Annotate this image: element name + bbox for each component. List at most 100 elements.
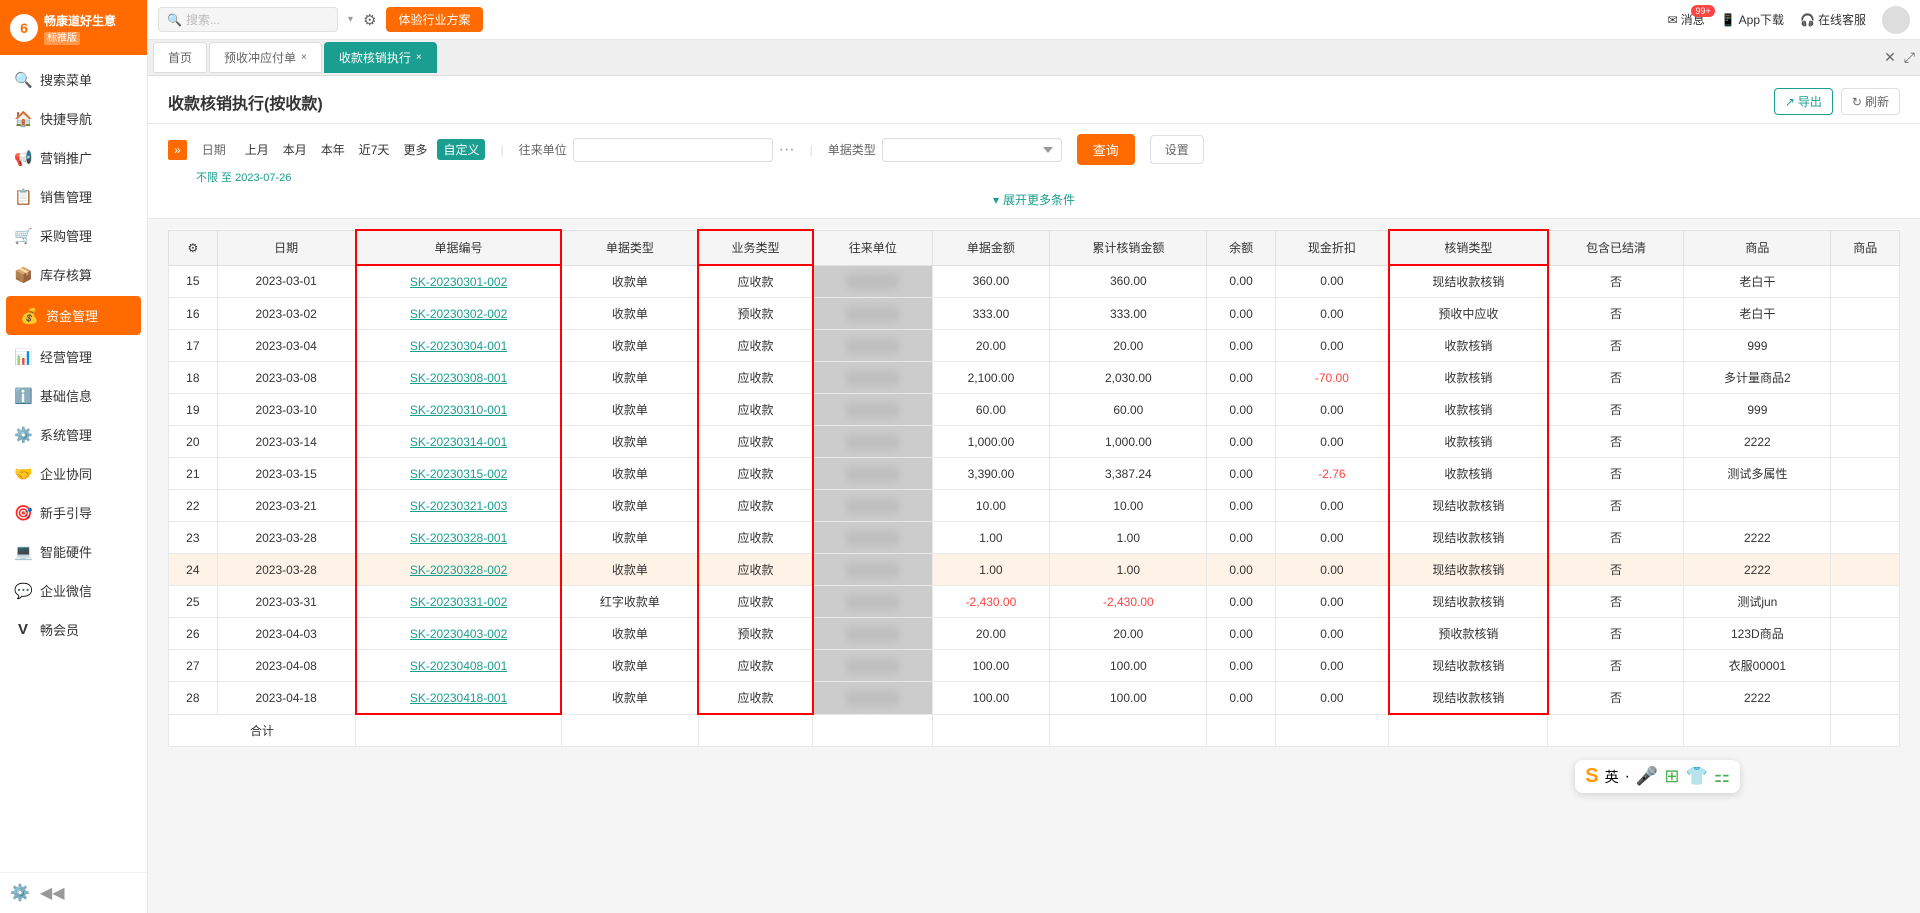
sidebar-item-collab[interactable]: 🤝 企业协同 (0, 454, 147, 493)
sidebar-item-operations[interactable]: 📊 经营管理 (0, 337, 147, 376)
doc-no-link[interactable]: SK-20230302-002 (410, 307, 507, 321)
sidebar-item-basic[interactable]: ℹ️ 基础信息 (0, 376, 147, 415)
doc-no-link[interactable]: SK-20230321-003 (410, 499, 507, 513)
partner-input[interactable] (573, 138, 773, 162)
doc-no-link[interactable]: SK-20230310-001 (410, 403, 507, 417)
doc-no-link[interactable]: SK-20230304-001 (410, 339, 507, 353)
col-product1: 商品 (1684, 230, 1831, 265)
doc-no-link[interactable]: SK-20230408-001 (410, 659, 507, 673)
tab-close-prepay[interactable]: × (301, 52, 307, 63)
online-service-button[interactable]: 🎧 在线客服 (1800, 11, 1866, 28)
page-header: 收款核销执行(按收款) ↗ 导出 ↻ 刷新 (148, 76, 1920, 124)
doc-no-link[interactable]: SK-20230328-002 (410, 563, 507, 577)
date-this-year[interactable]: 本年 (317, 139, 349, 160)
doc-no-link[interactable]: SK-20230314-001 (410, 435, 507, 449)
expand-filter-button[interactable]: ▾ 展开更多条件 (168, 191, 1900, 208)
row-doc-no[interactable]: SK-20230308-001 (356, 362, 562, 394)
refresh-button[interactable]: ↻ 刷新 (1841, 88, 1900, 115)
sidebar-item-member[interactable]: V 畅会员 (0, 610, 147, 649)
date-more[interactable]: 更多 (399, 139, 431, 160)
settings-bottom-icon[interactable]: ⚙️ (10, 883, 30, 903)
row-doc-no[interactable]: SK-20230315-002 (356, 458, 562, 490)
settings-icon[interactable]: ⚙ (363, 11, 376, 29)
col-biz-type: 业务类型 (698, 230, 813, 265)
row-date: 2023-03-10 (217, 394, 355, 426)
date-last-month[interactable]: 上月 (241, 139, 273, 160)
collapse-icon[interactable]: ◀◀ (40, 883, 65, 903)
sidebar-item-guide[interactable]: 🎯 新手引导 (0, 493, 147, 532)
doc-no-link[interactable]: SK-20230331-002 (410, 595, 507, 609)
doc-no-link[interactable]: SK-20230301-002 (410, 275, 507, 289)
filter-toggle-button[interactable]: » (168, 140, 187, 160)
row-cash-discount: 0.00 (1275, 586, 1389, 618)
row-partner: ██████ (813, 490, 932, 522)
sidebar-item-wechat[interactable]: 💬 企业微信 (0, 571, 147, 610)
row-number: 20 (169, 426, 218, 458)
row-included: 否 (1548, 265, 1684, 298)
watermark-dot1: · (1625, 768, 1630, 786)
row-cash-discount: 0.00 (1275, 682, 1389, 715)
doc-no-link[interactable]: SK-20230315-002 (410, 467, 507, 481)
dropdown-chevron[interactable]: ▾ (348, 14, 353, 25)
row-partner: ██████ (813, 554, 932, 586)
row-doc-no[interactable]: SK-20230331-002 (356, 586, 562, 618)
settings-button[interactable]: 设置 (1150, 135, 1204, 164)
row-doc-no[interactable]: SK-20230310-001 (356, 394, 562, 426)
tab-bar: 首页 预收冲应付单 × 收款核销执行 × ✕ ⤢ (148, 40, 1920, 76)
row-accumulated: 20.00 (1050, 618, 1207, 650)
row-doc-no[interactable]: SK-20230328-002 (356, 554, 562, 586)
row-product2 (1831, 522, 1900, 554)
tab-prepay[interactable]: 预收冲应付单 × (209, 42, 322, 73)
query-button[interactable]: 查询 (1077, 134, 1135, 165)
row-partner: ██████ (813, 265, 932, 298)
date-this-month[interactable]: 本月 (279, 139, 311, 160)
sidebar-item-hardware[interactable]: 💻 智能硬件 (0, 532, 147, 571)
row-doc-no[interactable]: SK-20230328-001 (356, 522, 562, 554)
doc-no-link[interactable]: SK-20230403-002 (410, 627, 507, 641)
tab-home[interactable]: 首页 (153, 42, 207, 73)
row-amount: 60.00 (932, 394, 1050, 426)
col-settings[interactable]: ⚙ (169, 230, 218, 265)
doc-no-link[interactable]: SK-20230418-001 (410, 691, 507, 705)
sidebar-item-search[interactable]: 🔍 搜索菜单 (0, 60, 147, 99)
doc-no-link[interactable]: SK-20230308-001 (410, 371, 507, 385)
row-doc-no[interactable]: SK-20230314-001 (356, 426, 562, 458)
row-doc-no[interactable]: SK-20230403-002 (356, 618, 562, 650)
export-button[interactable]: ↗ 导出 (1774, 88, 1833, 115)
row-doc-type: 收款单 (561, 298, 698, 330)
row-doc-no[interactable]: SK-20230304-001 (356, 330, 562, 362)
date-last-7days[interactable]: 近7天 (355, 139, 394, 160)
row-doc-no[interactable]: SK-20230301-002 (356, 265, 562, 298)
date-custom[interactable]: 自定义 (437, 139, 485, 160)
doc-type-select[interactable] (882, 138, 1062, 162)
row-doc-no[interactable]: SK-20230418-001 (356, 682, 562, 715)
tab-close-all-icon[interactable]: ✕ (1884, 49, 1896, 66)
row-number: 22 (169, 490, 218, 522)
row-doc-type: 收款单 (561, 362, 698, 394)
sidebar-item-system[interactable]: ⚙️ 系统管理 (0, 415, 147, 454)
table-row: 172023-03-04SK-20230304-001收款单应收款██████2… (169, 330, 1900, 362)
row-accumulated: 100.00 (1050, 682, 1207, 715)
sidebar-item-shortcuts[interactable]: 🏠 快捷导航 (0, 99, 147, 138)
messages-button[interactable]: ✉ 消息 99+ (1668, 11, 1705, 28)
app-download-button[interactable]: 📱 App下载 (1721, 11, 1784, 28)
date-label: 日期 (202, 141, 226, 158)
row-doc-no[interactable]: SK-20230302-002 (356, 298, 562, 330)
tab-maximize-icon[interactable]: ⤢ (1904, 49, 1915, 66)
row-cancel-type: 现结收款核销 (1389, 522, 1548, 554)
tab-collection[interactable]: 收款核销执行 × (324, 42, 437, 73)
row-doc-no[interactable]: SK-20230321-003 (356, 490, 562, 522)
sidebar-item-inventory[interactable]: 📦 库存核算 (0, 255, 147, 294)
row-balance: 0.00 (1207, 298, 1275, 330)
sidebar-item-sales[interactable]: 📋 销售管理 (0, 177, 147, 216)
sidebar-item-finance[interactable]: 💰 资金管理 (6, 296, 141, 335)
topbar-search[interactable]: 🔍 搜索... (158, 7, 338, 32)
doc-no-link[interactable]: SK-20230328-001 (410, 531, 507, 545)
row-doc-no[interactable]: SK-20230408-001 (356, 650, 562, 682)
tab-close-collection[interactable]: × (416, 52, 422, 63)
sidebar-item-purchase[interactable]: 🛒 采购管理 (0, 216, 147, 255)
sidebar-item-marketing[interactable]: 📢 营销推广 (0, 138, 147, 177)
user-avatar[interactable] (1882, 6, 1910, 34)
partner-more-icon[interactable]: ··· (779, 141, 795, 159)
solution-button[interactable]: 体验行业方案 (386, 7, 482, 32)
